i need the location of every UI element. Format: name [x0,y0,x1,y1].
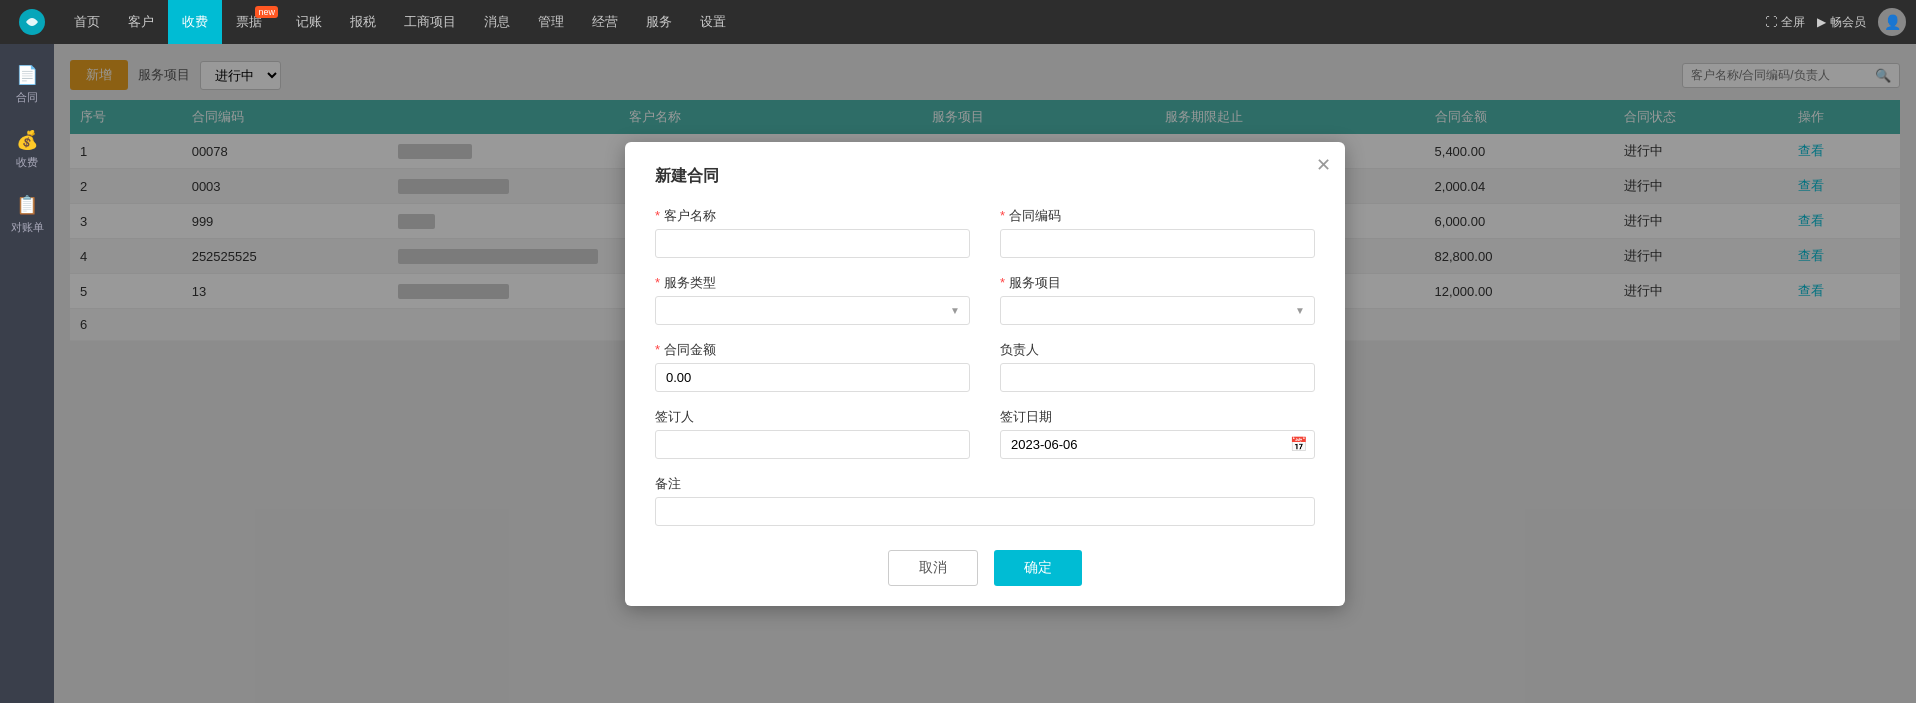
modal-close-button[interactable]: ✕ [1316,156,1331,174]
nav-item-accounting[interactable]: 记账 [282,0,336,44]
input-remark[interactable] [655,497,1315,526]
confirm-button[interactable]: 确定 [994,550,1082,586]
sidebar-item-fee[interactable]: 💰 收费 [0,119,54,180]
nav-item-settings[interactable]: 设置 [686,0,740,44]
form-row-signer: 签订人 [655,408,970,459]
sidebar-label-fee: 收费 [16,155,38,170]
select-service-type-wrapper [655,296,970,325]
label-contract-no: * 合同编码 [1000,207,1315,225]
nav-item-customer[interactable]: 客户 [114,0,168,44]
input-owner[interactable] [1000,363,1315,392]
main-layout: 📄 合同 💰 收费 📋 对账单 新增 服务项目 进行中 已完成 已终止 🔍 [0,44,1916,703]
nav-item-service[interactable]: 服务 [632,0,686,44]
nav-item-operation[interactable]: 经营 [578,0,632,44]
label-remark: 备注 [655,475,1315,493]
sidebar-label-statement: 对账单 [11,220,44,235]
input-customer[interactable] [655,229,970,258]
nav-right-actions: ⛶ 全屏 ▶ 畅会员 👤 [1765,8,1906,36]
contract-icon: 📄 [16,64,38,86]
label-owner: 负责人 [1000,341,1315,359]
app-logo [10,0,54,44]
nav-item-business[interactable]: 工商项目 [390,0,470,44]
nav-item-message[interactable]: 消息 [470,0,524,44]
modal-footer: 取消 确定 [655,550,1315,586]
select-service-item[interactable] [1000,296,1315,325]
sidebar-item-contract[interactable]: 📄 合同 [0,54,54,115]
sidebar-item-statement[interactable]: 📋 对账单 [0,184,54,245]
form-row-sign-date: 签订日期 📅 [1000,408,1315,459]
form-row-customer: * 客户名称 [655,207,970,258]
left-sidebar: 📄 合同 💰 收费 📋 对账单 [0,44,54,703]
form-row-service-item: * 服务项目 [1000,274,1315,325]
form-row-contract-no: * 合同编码 [1000,207,1315,258]
form-row-owner: 负责人 [1000,341,1315,392]
label-amount: * 合同金额 [655,341,970,359]
label-customer: * 客户名称 [655,207,970,225]
main-content: 新增 服务项目 进行中 已完成 已终止 🔍 序号 合同编码 客户名称 服务项目 … [54,44,1916,703]
user-avatar[interactable]: 👤 [1878,8,1906,36]
modal-form: * 客户名称 * 合同编码 [655,207,1315,526]
fullscreen-icon: ⛶ [1765,15,1777,29]
cancel-button[interactable]: 取消 [888,550,978,586]
nav-item-invoice[interactable]: 票据 new [222,0,282,44]
calendar-icon[interactable]: 📅 [1290,436,1307,452]
label-signer: 签订人 [655,408,970,426]
date-input-wrapper: 📅 [1000,430,1315,459]
nav-item-tax[interactable]: 报税 [336,0,390,44]
nav-item-home[interactable]: 首页 [60,0,114,44]
select-service-item-wrapper [1000,296,1315,325]
top-navigation: 首页 客户 收费 票据 new 记账 报税 工商项目 消息 管理 经营 服务 设… [0,0,1916,44]
modal-title: 新建合同 [655,166,1315,187]
input-signer[interactable] [655,430,970,459]
member-label: 畅会员 [1830,14,1866,31]
play-icon: ▶ [1817,15,1826,29]
select-service-type[interactable] [655,296,970,325]
member-button[interactable]: ▶ 畅会员 [1817,14,1866,31]
statement-icon: 📋 [16,194,38,216]
input-sign-date[interactable] [1000,430,1315,459]
form-row-service-type: * 服务类型 [655,274,970,325]
input-contract-no[interactable] [1000,229,1315,258]
sidebar-label-contract: 合同 [16,90,38,105]
label-service-item: * 服务项目 [1000,274,1315,292]
create-contract-modal: ✕ 新建合同 * 客户名称 * 合同编码 [625,142,1345,606]
fullscreen-label: 全屏 [1781,14,1805,31]
modal-overlay: ✕ 新建合同 * 客户名称 * 合同编码 [54,44,1916,703]
label-sign-date: 签订日期 [1000,408,1315,426]
fullscreen-button[interactable]: ⛶ 全屏 [1765,14,1805,31]
nav-item-fee[interactable]: 收费 [168,0,222,44]
label-service-type: * 服务类型 [655,274,970,292]
fee-icon: 💰 [16,129,38,151]
nav-item-manage[interactable]: 管理 [524,0,578,44]
form-row-amount: * 合同金额 [655,341,970,392]
form-row-remark: 备注 [655,475,1315,526]
input-amount[interactable] [655,363,970,392]
new-badge: new [255,6,278,18]
